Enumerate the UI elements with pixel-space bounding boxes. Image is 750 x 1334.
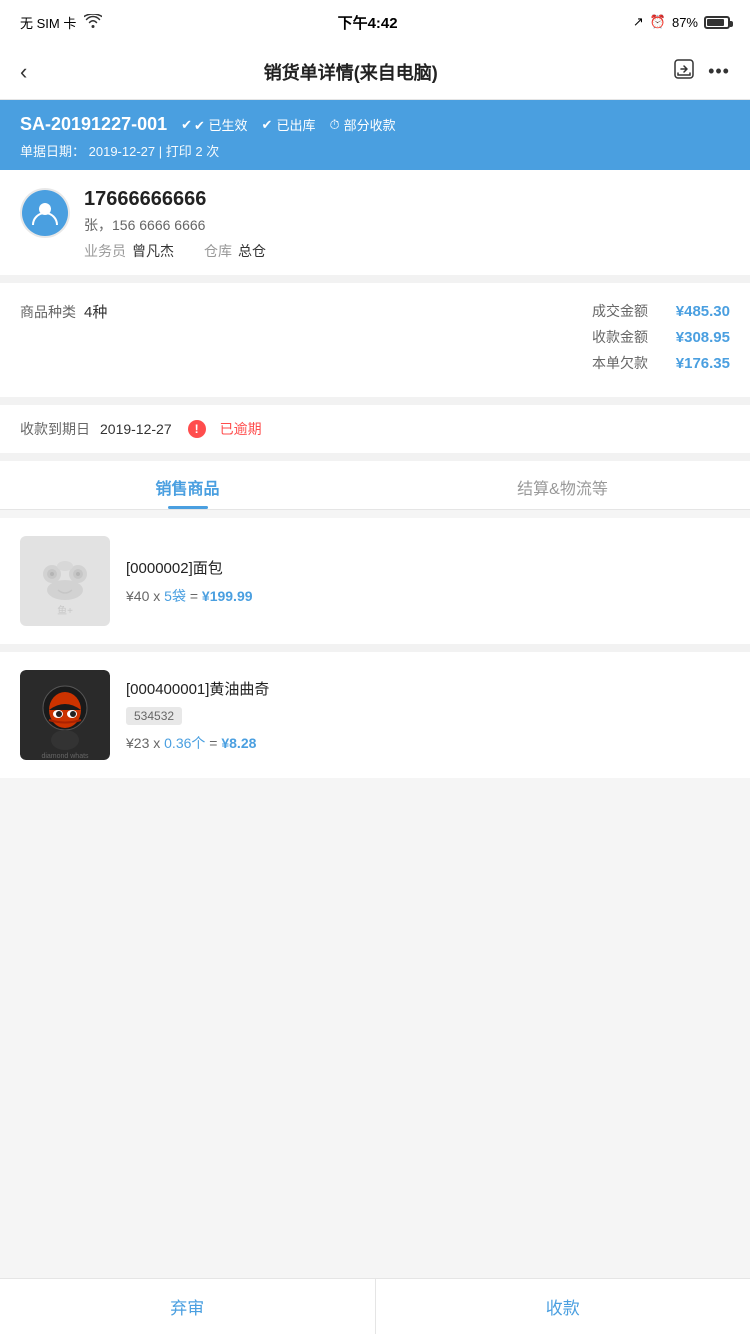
location-icon: ↗ [633, 14, 644, 30]
overdue-warning-icon: ! [188, 420, 206, 438]
product-image-placeholder: 鱼+ [20, 536, 110, 626]
tabs: 销售商品 结算&物流等 [0, 461, 750, 510]
warehouse-info: 仓库 总仓 [204, 241, 266, 261]
product-type-summary: 商品种类 4种 [20, 301, 107, 379]
warehouse-value: 总仓 [238, 241, 266, 261]
list-item: diamond whats [000400001]黄油曲奇 534532 ¥23… [0, 652, 750, 778]
product-sku: 534532 [126, 707, 182, 725]
product-price-row-2: ¥23 x 0.36个 = ¥8.28 [126, 733, 730, 753]
tab-settlement[interactable]: 结算&物流等 [375, 461, 750, 509]
overdue-section: 收款到期日 2019-12-27 ! 已逾期 [0, 405, 750, 461]
battery-icon [704, 16, 730, 29]
more-icon[interactable]: ••• [708, 61, 730, 82]
product-name: [0000002]面包 [126, 557, 730, 578]
owed-row: 本单欠款 ¥176.35 [592, 353, 730, 373]
check2-icon: ✔ [262, 117, 273, 133]
product-name-2: [000400001]黄油曲奇 [126, 678, 730, 699]
overdue-text: 已逾期 [220, 419, 262, 439]
wifi-icon [84, 14, 102, 31]
order-id: SA-20191227-001 [20, 114, 167, 135]
product-total: ¥199.99 [202, 588, 253, 604]
owed-value: ¥176.35 [660, 355, 730, 372]
nav-bar: ‹ 销货单详情(来自电脑) ••• [0, 44, 750, 100]
price-base: ¥40 [126, 588, 149, 604]
amount-summary: 成交金额 ¥485.30 收款金额 ¥308.95 本单欠款 ¥176.35 [592, 301, 730, 379]
alarm-icon: ⏰ [650, 14, 666, 30]
owed-label: 本单欠款 [592, 353, 648, 373]
status-time: 下午4:42 [338, 12, 398, 33]
bottom-bar: 弃审 收款 [0, 1278, 750, 1334]
received-label: 收款金额 [592, 327, 648, 347]
overdue-label: 收款到期日 [20, 419, 90, 439]
product-image-2: diamond whats [20, 670, 110, 760]
amount-label: 成交金额 [592, 301, 648, 321]
doc-date-row: 单据日期： 2019-12-27 | 打印 2 次 [20, 141, 730, 160]
nav-actions: ••• [674, 59, 730, 84]
cancel-review-button[interactable]: 弃审 [0, 1279, 376, 1334]
customer-meta: 业务员 曾凡杰 仓库 总仓 [84, 241, 730, 261]
tab-products[interactable]: 销售商品 [0, 461, 375, 509]
type-value: 4种 [84, 301, 107, 322]
back-button[interactable]: ‹ [20, 59, 27, 85]
type-label: 商品种类 [20, 302, 76, 322]
received-row: 收款金额 ¥308.95 [592, 327, 730, 347]
status-bar: 无 SIM 卡 下午4:42 ↗ ⏰ 87% [0, 0, 750, 44]
svg-text:鱼+: 鱼+ [57, 604, 73, 617]
badge-partial: ⏱ 部分收款 [329, 115, 395, 134]
badge-effective: ✔ ✔ 已生效 [181, 115, 247, 134]
doc-date-label: 单据日期： [20, 144, 85, 159]
clock-icon: ⏱ [329, 117, 339, 133]
staff-value: 曾凡杰 [132, 241, 174, 261]
summary-section: 商品种类 4种 成交金额 ¥485.30 收款金额 ¥308.95 本单欠款 ¥… [0, 283, 750, 405]
product-total-2: ¥8.28 [221, 735, 256, 751]
receive-payment-button[interactable]: 收款 [376, 1279, 750, 1334]
status-left: 无 SIM 卡 [20, 13, 102, 32]
product-info: [0000002]面包 ¥40 x 5袋 = ¥199.99 [126, 557, 730, 606]
staff-info: 业务员 曾凡杰 [84, 241, 174, 261]
page-title: 销货单详情(来自电脑) [264, 59, 438, 85]
price-base-2: ¥23 [126, 735, 149, 751]
battery-percent: 87% [672, 15, 698, 30]
amount-value: ¥485.30 [660, 303, 730, 320]
customer-alias: 张，156 6666 6666 [84, 215, 730, 235]
staff-label: 业务员 [84, 241, 126, 261]
product-thumbnail-2: diamond whats [20, 670, 110, 760]
list-item: 鱼+ [0000002]面包 ¥40 x 5袋 = ¥199.99 [0, 518, 750, 644]
badge-outbound: ✔ 已出库 [262, 115, 316, 134]
warehouse-label: 仓库 [204, 241, 232, 261]
product-thumbnail: 鱼+ [20, 536, 110, 626]
order-banner: SA-20191227-001 ✔ ✔ 已生效 ✔ 已出库 ⏱ 部分收款 单据日… [0, 100, 750, 170]
carrier-label: 无 SIM 卡 [20, 13, 76, 32]
doc-date-value: 2019-12-27 [89, 144, 156, 159]
share-icon[interactable] [674, 59, 694, 84]
customer-info: 17666666666 张，156 6666 6666 业务员 曾凡杰 仓库 总… [84, 188, 730, 261]
person-icon [31, 199, 59, 227]
print-count: | 打印 2 次 [159, 144, 219, 159]
customer-name: 17666666666 [84, 188, 730, 211]
status-right: ↗ ⏰ 87% [633, 14, 730, 30]
products-list: 鱼+ [0000002]面包 ¥40 x 5袋 = ¥199.99 [0, 518, 750, 778]
product-qty: 5袋 [164, 588, 186, 604]
product-qty-2: 0.36个 [164, 735, 205, 751]
customer-section: 17666666666 张，156 6666 6666 业务员 曾凡杰 仓库 总… [0, 170, 750, 283]
svg-text:diamond whats: diamond whats [41, 753, 89, 760]
product-price-row: ¥40 x 5袋 = ¥199.99 [126, 586, 730, 606]
amount-row: 成交金额 ¥485.30 [592, 301, 730, 321]
overdue-date: 2019-12-27 [100, 421, 172, 437]
check-icon: ✔ [181, 117, 192, 133]
received-value: ¥308.95 [660, 329, 730, 346]
avatar [20, 188, 70, 238]
product-info-2: [000400001]黄油曲奇 534532 ¥23 x 0.36个 = ¥8.… [126, 678, 730, 753]
